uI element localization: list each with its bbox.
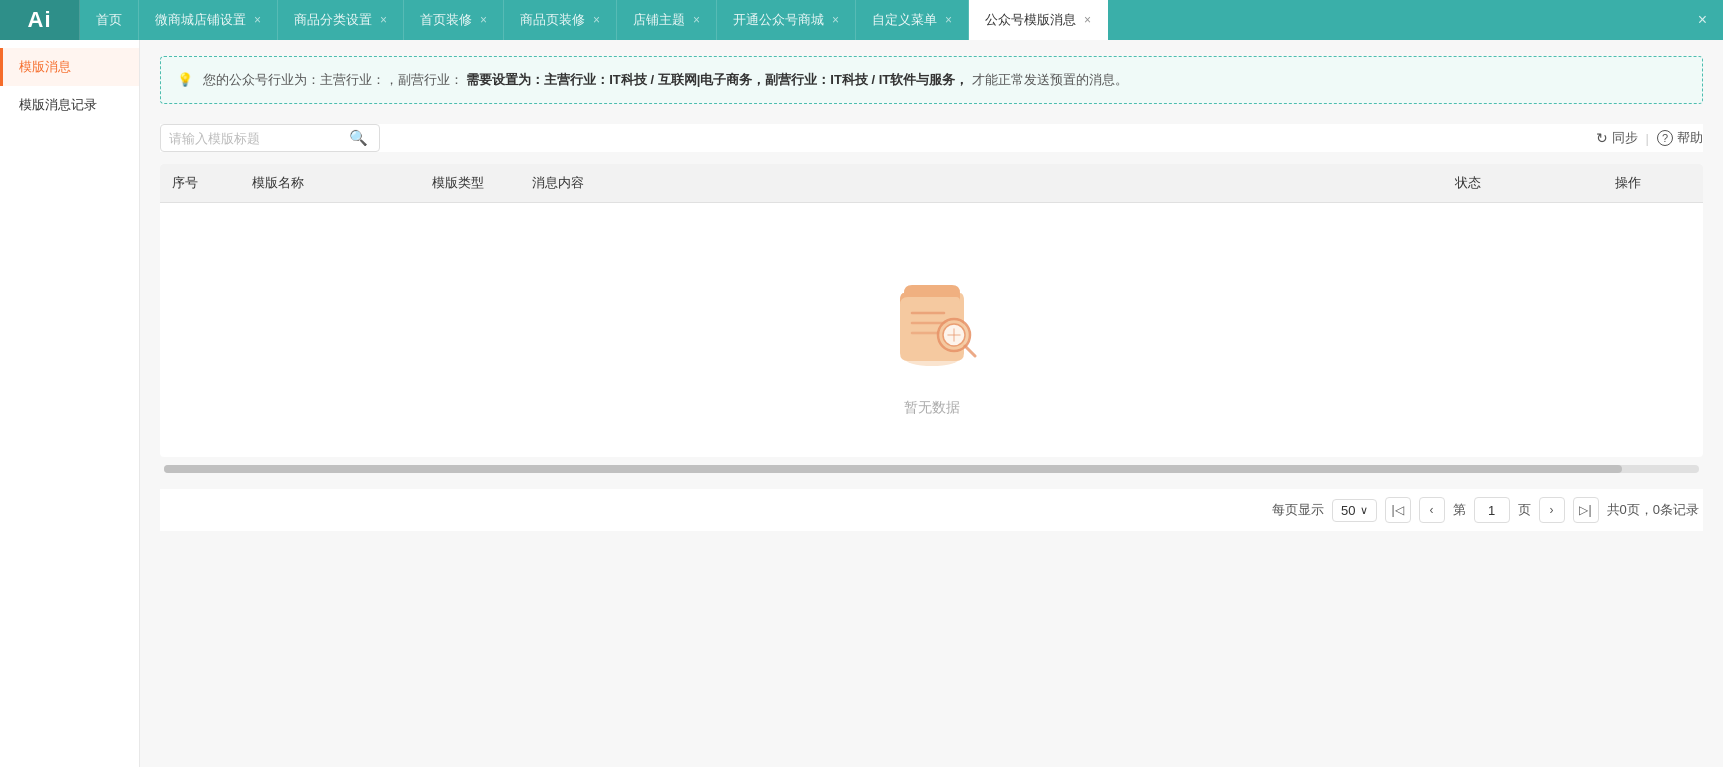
tab-category-settings[interactable]: 商品分类设置 × — [278, 0, 404, 40]
per-page-value: 50 — [1341, 503, 1355, 518]
page-label: 页 — [1518, 501, 1531, 519]
tab-shop-settings-close[interactable]: × — [254, 13, 261, 27]
first-page-icon: |◁ — [1391, 503, 1403, 517]
prev-page-icon: ‹ — [1430, 503, 1434, 517]
logo[interactable]: Ai — [0, 0, 80, 40]
page-di-label: 第 — [1453, 501, 1466, 519]
search-row: 🔍 ↻ 同步 | ? 帮助 — [160, 124, 1703, 152]
tab-shop-theme[interactable]: 店铺主题 × — [617, 0, 717, 40]
first-page-button[interactable]: |◁ — [1385, 497, 1411, 523]
tab-home-decor-label: 首页装修 — [420, 11, 472, 29]
sidebar-item-template-msg-label: 模版消息 — [19, 59, 71, 74]
tab-template-msg-close[interactable]: × — [1084, 13, 1091, 27]
top-nav: Ai 首页 微商城店铺设置 × 商品分类设置 × 首页装修 × 商品页装修 × … — [0, 0, 1723, 40]
col-header-status: 状态 — [1443, 164, 1603, 202]
sidebar: 模版消息 模版消息记录 — [0, 40, 140, 767]
tab-open-mall[interactable]: 开通公众号商城 × — [717, 0, 856, 40]
notice-text-prefix: 您的公众号行业为：主营行业：，副营行业： — [203, 72, 463, 87]
col-header-seq: 序号 — [160, 164, 240, 202]
sync-label: 同步 — [1612, 129, 1638, 147]
empty-text: 暂无数据 — [904, 399, 960, 417]
tab-shop-settings[interactable]: 微商城店铺设置 × — [139, 0, 278, 40]
per-page-select[interactable]: 50 ∨ — [1332, 499, 1376, 522]
per-page-label: 每页显示 — [1272, 501, 1324, 519]
global-close-button[interactable]: × — [1682, 11, 1723, 29]
main-layout: 模版消息 模版消息记录 💡 您的公众号行业为：主营行业：，副营行业： 需要设置为… — [0, 40, 1723, 767]
per-page-chevron-icon: ∨ — [1360, 504, 1368, 517]
tab-shop-theme-label: 店铺主题 — [633, 11, 685, 29]
col-header-content: 消息内容 — [520, 164, 1443, 202]
sidebar-item-template-msg-log[interactable]: 模版消息记录 — [0, 86, 139, 124]
tab-category-settings-label: 商品分类设置 — [294, 11, 372, 29]
notice-icon: 💡 — [177, 72, 193, 87]
help-button[interactable]: ? 帮助 — [1657, 129, 1703, 147]
last-page-icon: ▷| — [1579, 503, 1591, 517]
sync-button[interactable]: ↻ 同步 — [1596, 129, 1638, 147]
help-icon: ? — [1657, 130, 1673, 146]
sidebar-item-template-msg-log-label: 模版消息记录 — [19, 97, 97, 112]
content-area: 💡 您的公众号行业为：主营行业：，副营行业： 需要设置为：主营行业：IT科技 /… — [140, 40, 1723, 767]
tab-home-decor-close[interactable]: × — [480, 13, 487, 27]
tab-shop-theme-close[interactable]: × — [693, 13, 700, 27]
pagination-row: 每页显示 50 ∨ |◁ ‹ 第 页 › ▷| 共0页，0条记录 — [160, 489, 1703, 531]
search-input[interactable] — [169, 131, 349, 146]
tab-custom-menu-close[interactable]: × — [945, 13, 952, 27]
tab-product-decor-close[interactable]: × — [593, 13, 600, 27]
col-header-name: 模版名称 — [240, 164, 420, 202]
notice-box: 💡 您的公众号行业为：主营行业：，副营行业： 需要设置为：主营行业：IT科技 /… — [160, 56, 1703, 104]
last-page-button[interactable]: ▷| — [1573, 497, 1599, 523]
next-page-icon: › — [1550, 503, 1554, 517]
search-input-wrap[interactable]: 🔍 — [160, 124, 380, 152]
scrollbar-thumb[interactable] — [164, 465, 1622, 473]
sync-icon: ↻ — [1596, 130, 1608, 146]
tab-home-label: 首页 — [96, 11, 122, 29]
current-page-input[interactable] — [1474, 497, 1510, 523]
tab-category-settings-close[interactable]: × — [380, 13, 387, 27]
svg-line-6 — [965, 346, 975, 356]
tab-open-mall-label: 开通公众号商城 — [733, 11, 824, 29]
tab-home-decor[interactable]: 首页装修 × — [404, 0, 504, 40]
pagination-total-info: 共0页，0条记录 — [1607, 501, 1699, 519]
tab-home[interactable]: 首页 — [80, 0, 139, 40]
tab-template-msg[interactable]: 公众号模版消息 × — [969, 0, 1108, 40]
table-header: 序号 模版名称 模版类型 消息内容 状态 操作 — [160, 164, 1703, 203]
toolbar-divider: | — [1646, 131, 1649, 146]
help-label: 帮助 — [1677, 129, 1703, 147]
empty-state: 暂无数据 — [160, 203, 1703, 457]
notice-text-suffix: 才能正常发送预置的消息。 — [972, 72, 1128, 87]
col-header-action: 操作 — [1603, 164, 1703, 202]
sidebar-item-template-msg[interactable]: 模版消息 — [0, 48, 139, 86]
tab-open-mall-close[interactable]: × — [832, 13, 839, 27]
col-header-type: 模版类型 — [420, 164, 520, 202]
next-page-button[interactable]: › — [1539, 497, 1565, 523]
data-table: 序号 模版名称 模版类型 消息内容 状态 操作 — [160, 164, 1703, 457]
tab-shop-settings-label: 微商城店铺设置 — [155, 11, 246, 29]
notice-text-highlight: 需要设置为：主营行业：IT科技 / 互联网|电子商务，副营行业：IT科技 / I… — [466, 72, 968, 87]
prev-page-button[interactable]: ‹ — [1419, 497, 1445, 523]
toolbar-right: ↻ 同步 | ? 帮助 — [1596, 129, 1703, 147]
tab-template-msg-label: 公众号模版消息 — [985, 11, 1076, 29]
tab-custom-menu[interactable]: 自定义菜单 × — [856, 0, 969, 40]
horizontal-scrollbar[interactable] — [164, 465, 1699, 473]
tab-product-decor-label: 商品页装修 — [520, 11, 585, 29]
search-button[interactable]: 🔍 — [349, 129, 368, 147]
tab-product-decor[interactable]: 商品页装修 × — [504, 0, 617, 40]
tab-custom-menu-label: 自定义菜单 — [872, 11, 937, 29]
empty-illustration — [872, 263, 992, 383]
